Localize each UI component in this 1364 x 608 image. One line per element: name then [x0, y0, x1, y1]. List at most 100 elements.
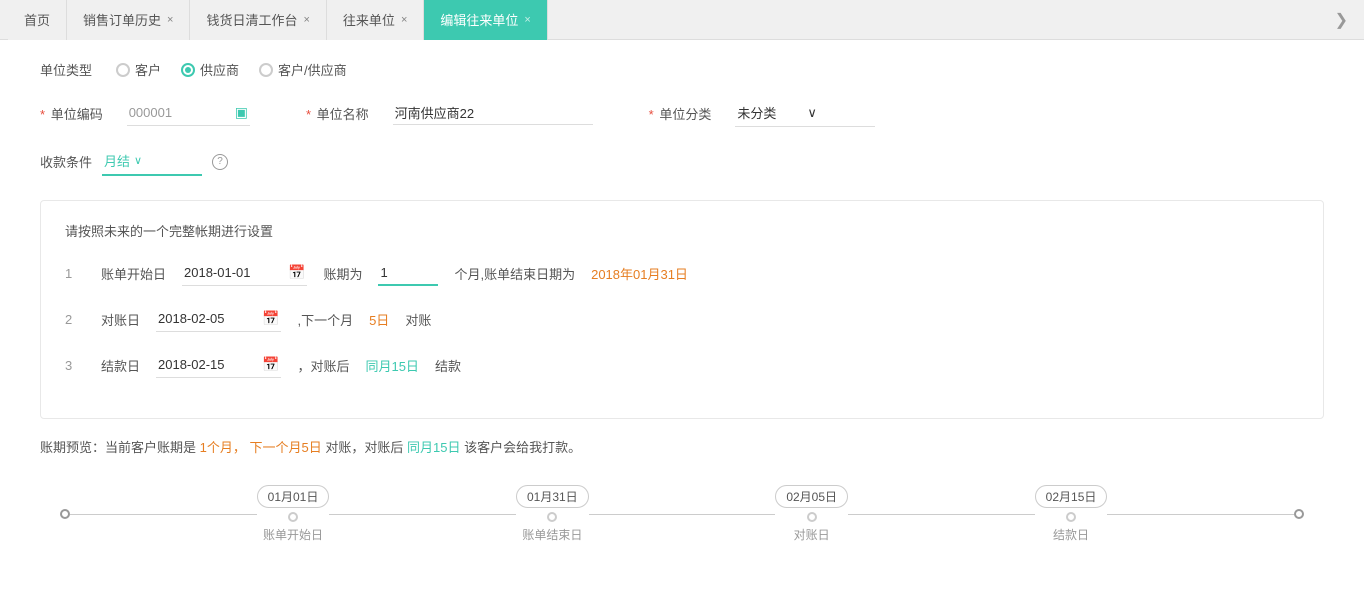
tab-edit-unit[interactable]: 编辑往来单位 ×	[424, 0, 547, 40]
tab-bar-right: ❯	[1335, 10, 1356, 30]
step3-tail: 结款	[435, 356, 461, 375]
unit-code-label: * 单位编码	[40, 104, 103, 123]
unit-type-label: 单位类型	[40, 60, 92, 79]
timeline-start-dot	[60, 509, 70, 519]
radio-supplier-circle	[181, 63, 195, 77]
payment-dropdown-arrow: ∨	[134, 154, 142, 167]
step2-date-wrap: 📅	[156, 306, 281, 332]
step3-date-input[interactable]	[158, 357, 258, 372]
tab-unit-list[interactable]: 往来单位 ×	[327, 0, 424, 40]
step3-prefix: ，对账后	[297, 356, 349, 375]
timeline-item-2: 01月31日 账单结束日	[516, 485, 589, 543]
close-edit-unit[interactable]: ×	[524, 14, 530, 26]
timeline-dot-2	[547, 512, 557, 522]
tab-cash-work[interactable]: 钱货日清工作台 ×	[190, 0, 326, 40]
step3-day-highlight: 同月15日	[365, 356, 418, 375]
step2-calendar-icon[interactable]: 📅	[262, 310, 279, 327]
step2-prefix: ,下一个月	[297, 310, 353, 329]
step1-date-input[interactable]	[184, 265, 284, 280]
radio-supplier[interactable]: 供应商	[181, 60, 239, 79]
period-input[interactable]	[378, 261, 438, 286]
timeline-item-4: 02月15日 结款日	[1035, 485, 1108, 543]
close-cash-work[interactable]: ×	[303, 14, 309, 26]
timeline-bubble-1: 01月01日	[257, 485, 330, 508]
step2-label: 对账日	[101, 310, 140, 329]
step1-end-date: 2018年01月31日	[591, 264, 688, 283]
timeline-item-1: 01月01日 账单开始日	[257, 485, 330, 543]
step3-date-wrap: 📅	[156, 352, 281, 378]
radio-customer[interactable]: 客户	[116, 60, 161, 79]
payment-label: 收款条件	[40, 152, 92, 171]
timeline-label-1: 账单开始日	[263, 526, 323, 543]
step1-label: 账单开始日	[101, 264, 166, 283]
radio-customer-circle	[116, 63, 130, 77]
step2-row: 2 对账日 📅 ,下一个月 5日 对账	[65, 306, 1299, 332]
step3-label: 结款日	[101, 356, 140, 375]
step2-num: 2	[65, 312, 85, 327]
step3-calendar-icon[interactable]: 📅	[262, 356, 279, 373]
close-unit-list[interactable]: ×	[401, 14, 407, 26]
step1-date-wrap: 📅	[182, 260, 307, 286]
timeline-line-4	[848, 514, 1035, 515]
timeline-label-3: 对账日	[794, 526, 830, 543]
preview-part3: 同月15日	[407, 440, 460, 455]
step2-tail: 对账	[405, 310, 431, 329]
timeline-dot-1	[288, 512, 298, 522]
preview-mid: 对账，对账后	[325, 440, 407, 455]
tab-sales-history[interactable]: 销售订单历史 ×	[67, 0, 190, 40]
timeline: 01月01日 账单开始日 01月31日 账单结束日 02月05日 对账日 02月…	[40, 485, 1324, 543]
step3-num: 3	[65, 358, 85, 373]
unit-category-label: * 单位分类	[649, 104, 712, 123]
timeline-dot-4	[1066, 512, 1076, 522]
timeline-bubble-3: 02月05日	[775, 485, 848, 508]
timeline-item-3: 02月05日 对账日	[775, 485, 848, 543]
preview-part1: 1个月，	[200, 440, 246, 455]
start-dot	[60, 509, 70, 519]
timeline-label-4: 结款日	[1053, 526, 1089, 543]
step1-suffix-before: 账期为	[323, 264, 362, 283]
timeline-line-3	[589, 514, 776, 515]
payment-condition-dropdown[interactable]: 月结 ∨	[102, 147, 202, 176]
timeline-bubble-2: 01月31日	[516, 485, 589, 508]
step1-calendar-icon[interactable]: 📅	[288, 264, 305, 281]
radio-customer-supplier[interactable]: 客户/供应商	[259, 60, 347, 79]
radio-customer-supplier-circle	[259, 63, 273, 77]
timeline-bubble-4: 02月15日	[1035, 485, 1108, 508]
unit-type-row: 单位类型 客户 供应商 客户/供应商	[40, 60, 1324, 79]
settings-hint: 请按照未来的一个完整帐期进行设置	[65, 221, 1299, 240]
unit-name-input[interactable]	[393, 101, 593, 125]
category-dropdown-arrow: ∨	[807, 105, 873, 121]
unit-type-radio-group: 客户 供应商 客户/供应商	[116, 60, 347, 79]
tab-bar: 首页 销售订单历史 × 钱货日清工作台 × 往来单位 × 编辑往来单位 × ❯	[0, 0, 1364, 40]
step1-suffix-after: 个月,账单结束日期为	[454, 264, 575, 283]
payment-condition-row: 收款条件 月结 ∨ ?	[40, 147, 1324, 176]
unit-code-input[interactable]	[129, 105, 229, 120]
unit-code-field: ▣	[127, 100, 250, 126]
settings-box: 请按照未来的一个完整帐期进行设置 1 账单开始日 📅 账期为 个月,账单结束日期…	[40, 200, 1324, 419]
timeline-line-1	[70, 514, 257, 515]
end-dot	[1294, 509, 1304, 519]
help-icon[interactable]: ?	[212, 154, 228, 170]
timeline-label-2: 账单结束日	[522, 526, 582, 543]
timeline-dot-3	[807, 512, 817, 522]
tab-home[interactable]: 首页	[8, 0, 67, 40]
close-sales-history[interactable]: ×	[167, 14, 173, 26]
unit-category-dropdown[interactable]: 未分类 ∨	[735, 99, 875, 127]
main-content: 单位类型 客户 供应商 客户/供应商 * 单位编码 ▣ *	[0, 40, 1364, 608]
step1-num: 1	[65, 266, 85, 281]
preview-label: 账期预览：当前客户账期是	[40, 440, 196, 455]
preview-end: 该客户会给我打款。	[464, 440, 581, 455]
copy-icon[interactable]: ▣	[235, 104, 248, 121]
expand-icon[interactable]: ❯	[1335, 10, 1348, 30]
timeline-line-2	[329, 514, 516, 515]
step1-row: 1 账单开始日 📅 账期为 个月,账单结束日期为 2018年01月31日	[65, 260, 1299, 286]
timeline-end-dot	[1294, 509, 1304, 519]
timeline-line-5	[1107, 514, 1294, 515]
unit-name-label: * 单位名称	[306, 104, 369, 123]
unit-info-row: * 单位编码 ▣ * 单位名称 * 单位分类 未分类 ∨	[40, 99, 1324, 127]
step2-date-input[interactable]	[158, 311, 258, 326]
preview-part2: 下一个月5日	[250, 440, 322, 455]
step2-day-highlight: 5日	[369, 310, 389, 329]
preview-text: 账期预览：当前客户账期是 1个月， 下一个月5日 对账，对账后 同月15日 该客…	[40, 435, 1324, 461]
step3-row: 3 结款日 📅 ，对账后 同月15日 结款	[65, 352, 1299, 378]
